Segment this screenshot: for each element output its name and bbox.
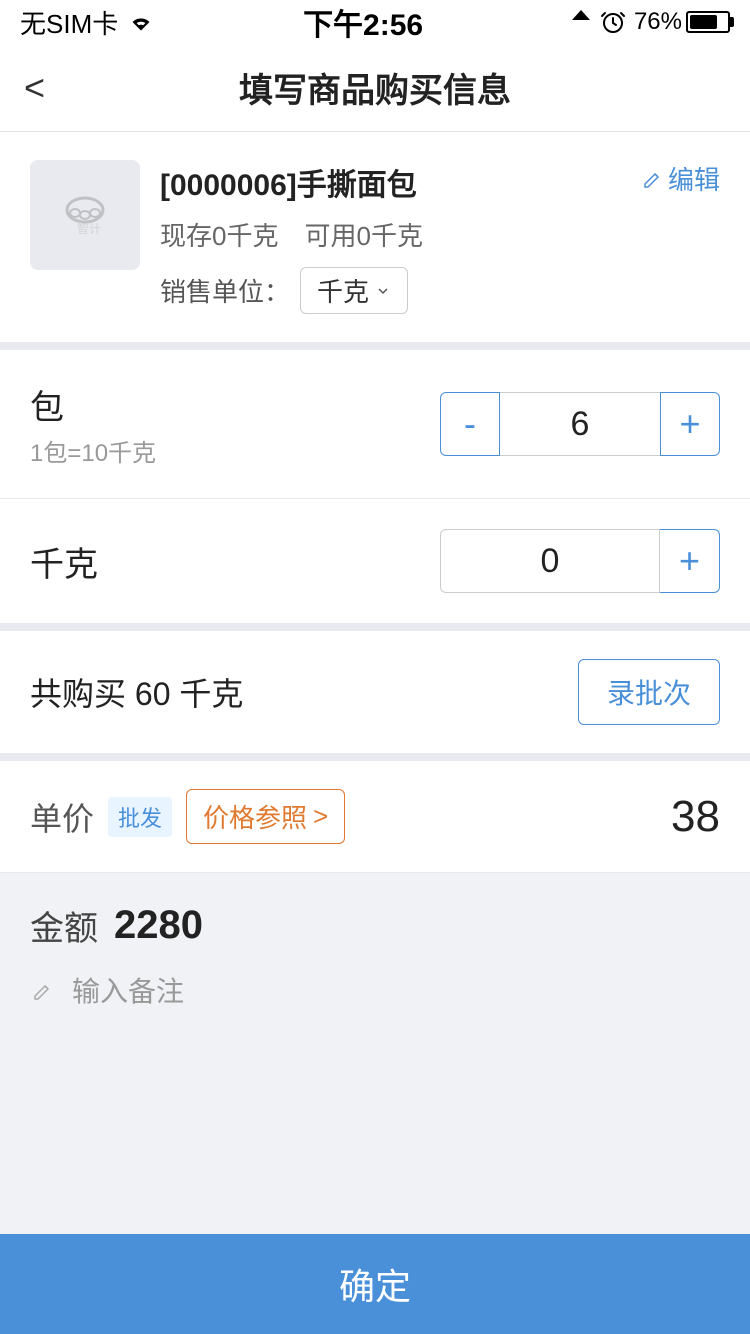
bao-label: 包	[30, 380, 156, 429]
battery-fill	[690, 15, 717, 29]
status-right: 76%	[570, 8, 730, 36]
chevron-down-icon	[375, 283, 391, 299]
wifi-icon	[126, 11, 156, 33]
unit-select[interactable]: 千克	[300, 267, 408, 314]
batch-button[interactable]: 录批次	[578, 659, 720, 725]
product-info: [0000006]手撕面包 编辑 现存0千克 可用0千克 销售单位： 千克	[160, 160, 720, 314]
pencil-icon	[30, 976, 58, 1004]
edit-icon	[642, 168, 664, 190]
kg-label: 千克	[30, 537, 98, 586]
svg-text:智计: 智计	[77, 221, 101, 236]
page-title: 填写商品购买信息	[239, 63, 511, 112]
product-stock: 现存0千克 可用0千克	[160, 216, 720, 253]
price-label: 单价	[30, 794, 94, 840]
battery: 76%	[634, 8, 730, 36]
kg-label-group: 千克	[30, 537, 98, 586]
product-image: 智计	[30, 160, 140, 270]
status-time: 下午2:56	[303, 0, 423, 44]
status-carrier: 无SIM卡	[20, 4, 156, 41]
price-section: 单价 批发 价格参照 > 38	[0, 761, 750, 873]
bao-sublabel: 1包=10千克	[30, 433, 156, 468]
amount-value: 2280	[114, 903, 203, 948]
edit-button[interactable]: 编辑	[642, 160, 720, 197]
back-button[interactable]: <	[24, 67, 45, 109]
battery-bar	[686, 11, 730, 33]
nav-bar: < 填写商品购买信息	[0, 44, 750, 132]
remark-row[interactable]: 输入备注	[30, 970, 720, 1010]
bao-label-group: 包 1包=10千克	[30, 380, 156, 468]
bao-quantity-control: - +	[440, 392, 720, 456]
amount-row: 金额 2280	[30, 901, 720, 950]
summary-text: 共购买 60 千克	[30, 669, 243, 715]
bao-quantity-section: 包 1包=10千克 - +	[0, 350, 750, 499]
bao-minus-button[interactable]: -	[440, 392, 500, 456]
amount-section: 金额 2280 输入备注	[0, 873, 750, 1030]
product-card: 智计 [0000006]手撕面包 编辑 现存0千克 可用0千克 销售单位： 千克	[0, 132, 750, 350]
kg-quantity-input[interactable]	[440, 529, 660, 593]
remark-placeholder: 输入备注	[72, 970, 184, 1010]
alarm-icon	[600, 9, 626, 35]
kg-quantity-section: 千克 +	[0, 499, 750, 631]
product-title-row: [0000006]手撕面包 编辑	[160, 160, 720, 204]
bao-plus-button[interactable]: +	[660, 392, 720, 456]
confirm-button[interactable]: 确定	[0, 1234, 750, 1334]
unit-row: 销售单位： 千克	[160, 267, 720, 314]
amount-label: 金额	[30, 901, 98, 950]
batch-tag: 批发	[108, 797, 172, 837]
price-value: 38	[671, 792, 720, 842]
location-icon	[570, 8, 592, 36]
kg-plus-button[interactable]: +	[660, 529, 720, 593]
price-ref-button[interactable]: 价格参照 >	[186, 789, 345, 844]
price-label-group: 单价 批发 价格参照 >	[30, 789, 345, 844]
kg-quantity-control: +	[440, 529, 720, 593]
product-placeholder-icon: 智计	[55, 185, 115, 245]
summary-section: 共购买 60 千克 录批次	[0, 631, 750, 761]
bao-quantity-input[interactable]	[500, 392, 660, 456]
spacer	[0, 1030, 750, 1234]
product-name: [0000006]手撕面包	[160, 160, 417, 204]
status-bar: 无SIM卡 下午2:56 76%	[0, 0, 750, 44]
